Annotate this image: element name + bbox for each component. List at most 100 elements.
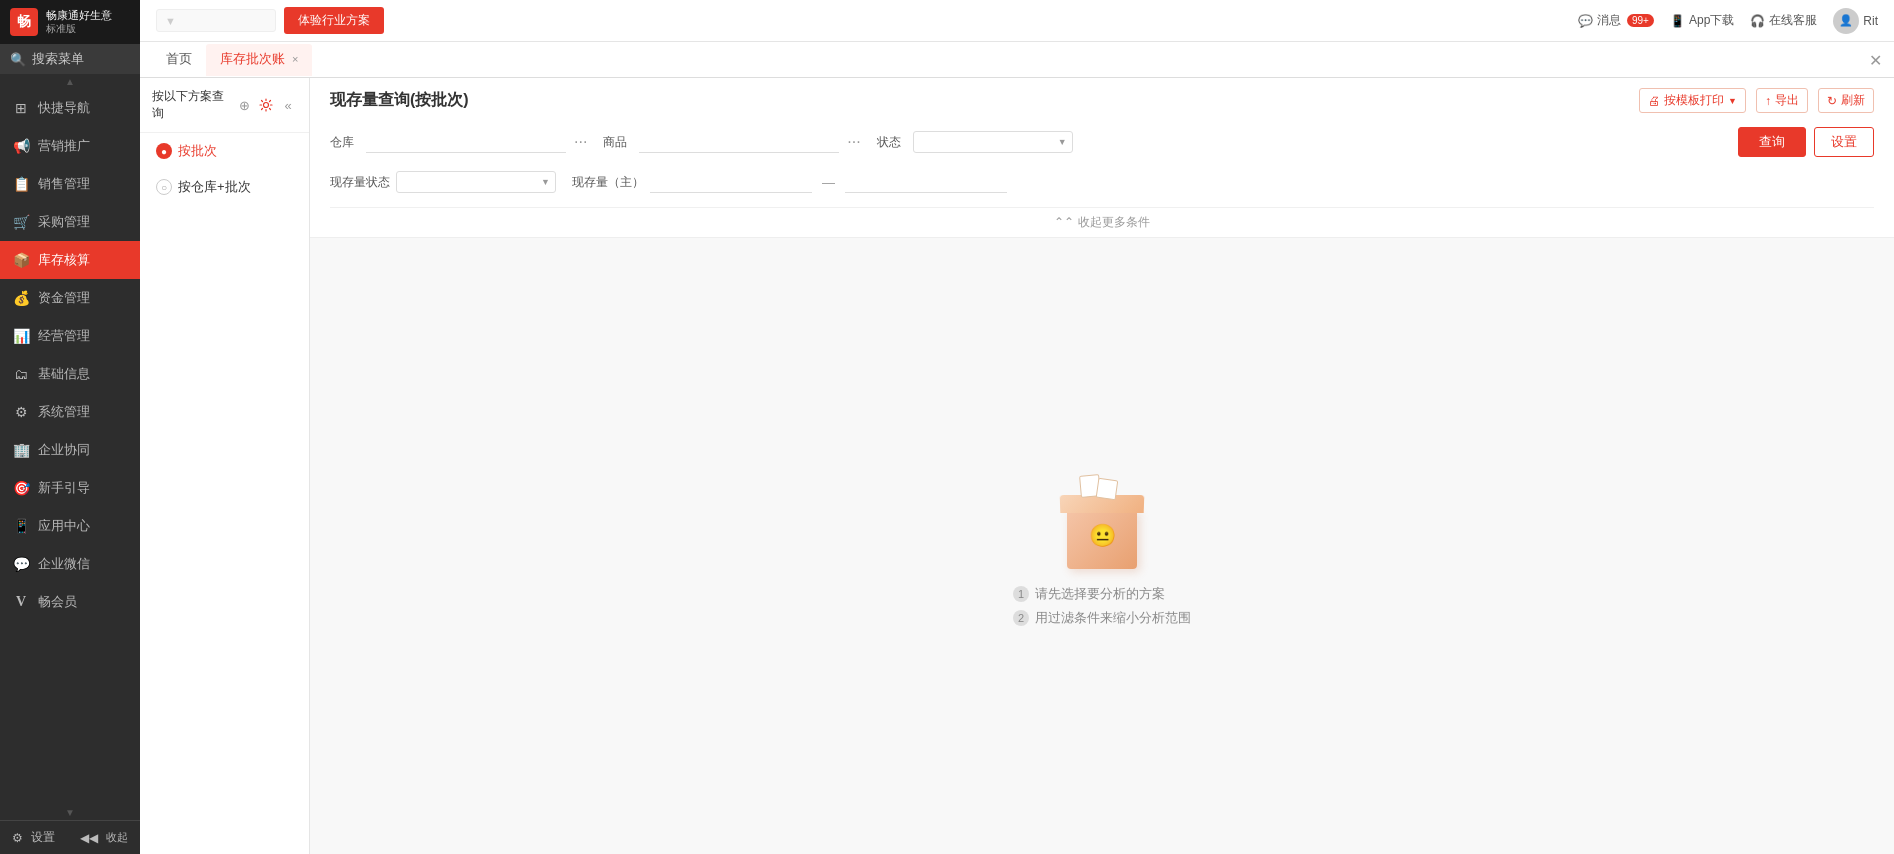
paper2 bbox=[1096, 478, 1119, 501]
plan-label: 按批次 bbox=[178, 142, 217, 160]
hint-num-2: 2 bbox=[1013, 610, 1029, 626]
gear-icon bbox=[259, 98, 273, 112]
sidebar-item-purchase[interactable]: 🛒 采购管理 bbox=[0, 203, 140, 241]
app-download-group[interactable]: 📱 App下载 bbox=[1670, 12, 1734, 29]
plan-item-batch[interactable]: ● 按批次 bbox=[140, 133, 309, 169]
user-group[interactable]: 👤 Rit bbox=[1833, 8, 1878, 34]
stock-status-select[interactable] bbox=[396, 171, 556, 193]
refresh-label: 刷新 bbox=[1841, 92, 1865, 109]
vip-icon: V bbox=[12, 594, 30, 610]
settings-icon: ⚙ bbox=[12, 831, 23, 845]
print-label: 按模板打印 bbox=[1664, 92, 1724, 109]
sidebar-search[interactable]: 🔍 搜索菜单 bbox=[0, 44, 140, 74]
filter-product-group: 商品 ··· bbox=[603, 132, 860, 153]
sidebar-search-label: 搜索菜单 bbox=[32, 50, 84, 68]
sidebar-item-system[interactable]: ⚙ 系统管理 bbox=[0, 393, 140, 431]
query-label: 查询 bbox=[1759, 134, 1785, 149]
status-label: 状态 bbox=[877, 134, 907, 151]
sidebar-item-newbie[interactable]: 🎯 新手引导 bbox=[0, 469, 140, 507]
sidebar-item-basics[interactable]: 🗂 基础信息 bbox=[0, 355, 140, 393]
experience-btn[interactable]: 体验行业方案 bbox=[284, 7, 384, 34]
sidebar-item-label: 基础信息 bbox=[38, 365, 90, 383]
tab-active-label: 库存批次账 bbox=[220, 50, 285, 68]
username-label: Rit bbox=[1863, 14, 1878, 28]
finance-icon: 💰 bbox=[12, 290, 30, 306]
settings-btn[interactable]: 设置 bbox=[1814, 127, 1874, 157]
operations-icon: 📊 bbox=[12, 328, 30, 344]
panel-close-btn[interactable]: ✕ bbox=[1869, 50, 1882, 69]
plan-item-warehouse-batch[interactable]: ○ 按仓库+批次 bbox=[140, 169, 309, 205]
sidebar: 畅 畅康通好生意 标准版 🔍 搜索菜单 ▲ ⊞ 快捷导航 📢 营销推广 📋 销售… bbox=[0, 0, 140, 854]
sidebar-item-label: 企业微信 bbox=[38, 555, 90, 573]
page-header: 现存量查询(按批次) 🖨 按模板打印 ▼ ↑ 导出 ↻ bbox=[310, 78, 1894, 113]
scroll-up-btn[interactable]: ▲ bbox=[0, 74, 140, 89]
product-label: 商品 bbox=[603, 134, 633, 151]
query-btn[interactable]: 查询 bbox=[1738, 127, 1806, 157]
sidebar-item-apps[interactable]: 📱 应用中心 bbox=[0, 507, 140, 545]
empty-illustration: 😐 bbox=[1042, 459, 1162, 569]
chevron-up-icon: ⌃⌃ bbox=[1054, 215, 1077, 229]
headset-icon: 🎧 bbox=[1750, 14, 1765, 28]
collapse-filter-btn[interactable]: ⌃⌃ 收起更多条件 bbox=[330, 207, 1874, 237]
warehouse-dots-btn[interactable]: ··· bbox=[574, 133, 587, 151]
experience-btn-label: 体验行业方案 bbox=[298, 13, 370, 27]
stock-amount-from-input[interactable] bbox=[650, 172, 812, 193]
hint-text-1: 请先选择要分析的方案 bbox=[1035, 585, 1165, 603]
search-icon: 🔍 bbox=[10, 52, 26, 67]
app-subtitle: 标准版 bbox=[46, 22, 112, 36]
collapse-label: 收起更多条件 bbox=[1078, 215, 1150, 229]
sidebar-item-label: 企业协同 bbox=[38, 441, 90, 459]
sidebar-item-inventory[interactable]: 📦 库存核算 bbox=[0, 241, 140, 279]
filter-status-group: 状态 bbox=[877, 131, 1097, 153]
warehouse-input[interactable] bbox=[366, 132, 566, 153]
online-support-group[interactable]: 🎧 在线客服 bbox=[1750, 12, 1817, 29]
box-body: 😐 bbox=[1067, 509, 1137, 569]
app-title: 畅康通好生意 bbox=[46, 8, 112, 22]
collapse-icon: ◀◀ bbox=[80, 831, 98, 845]
hint-text-2: 用过滤条件来缩小分析范围 bbox=[1035, 609, 1191, 627]
status-select-wrap bbox=[913, 131, 1073, 153]
sidebar-nav: ⊞ 快捷导航 📢 营销推广 📋 销售管理 🛒 采购管理 📦 库存核算 💰 资金管… bbox=[0, 89, 140, 805]
collapse-panel-btn[interactable]: « bbox=[279, 96, 297, 114]
scroll-down-btn[interactable]: ▼ bbox=[0, 805, 140, 820]
sidebar-item-marketing[interactable]: 📢 营销推广 bbox=[0, 127, 140, 165]
print-dropdown-icon: ▼ bbox=[1728, 96, 1737, 106]
print-btn[interactable]: 🖨 按模板打印 ▼ bbox=[1639, 88, 1746, 113]
status-select[interactable] bbox=[913, 131, 1073, 153]
stock-amount-to-input[interactable] bbox=[845, 172, 1007, 193]
online-support-label: 在线客服 bbox=[1769, 12, 1817, 29]
left-panel-title: 按以下方案查询 bbox=[152, 88, 229, 122]
settings-plan-btn[interactable] bbox=[257, 96, 275, 114]
sidebar-item-label: 销售管理 bbox=[38, 175, 90, 193]
sidebar-item-operations[interactable]: 📊 经营管理 bbox=[0, 317, 140, 355]
export-btn[interactable]: ↑ 导出 bbox=[1756, 88, 1808, 113]
sidebar-item-quick-nav[interactable]: ⊞ 快捷导航 bbox=[0, 89, 140, 127]
sidebar-item-vip[interactable]: V 畅会员 bbox=[0, 583, 140, 621]
filter-stock-status-group: 现存量状态 bbox=[330, 171, 556, 193]
sidebar-item-finance[interactable]: 💰 资金管理 bbox=[0, 279, 140, 317]
data-area: 😐 1 请先选择要分析的方案 2 用过滤条件来缩小分析范围 bbox=[310, 238, 1894, 854]
quick-nav-icon: ⊞ bbox=[12, 100, 30, 116]
tab-inventory-batch[interactable]: 库存批次账 × bbox=[206, 44, 312, 76]
topbar-right: 💬 消息 99+ 📱 App下载 🎧 在线客服 👤 Rit bbox=[1578, 8, 1878, 34]
refresh-btn[interactable]: ↻ 刷新 bbox=[1818, 88, 1874, 113]
sales-icon: 📋 bbox=[12, 176, 30, 192]
tab-close-icon[interactable]: × bbox=[292, 53, 298, 65]
product-dots-btn[interactable]: ··· bbox=[847, 133, 860, 151]
sidebar-item-wechat[interactable]: 💬 企业微信 bbox=[0, 545, 140, 583]
messages-group[interactable]: 💬 消息 99+ bbox=[1578, 12, 1654, 29]
app-download-label: App下载 bbox=[1689, 12, 1734, 29]
add-plan-btn[interactable]: ⊕ bbox=[235, 96, 253, 114]
avatar: 👤 bbox=[1833, 8, 1859, 34]
tab-home[interactable]: 首页 bbox=[152, 44, 206, 76]
filter-row-1: 仓库 ··· 商品 ··· 状态 bbox=[330, 127, 1874, 157]
sidebar-item-sales[interactable]: 📋 销售管理 bbox=[0, 165, 140, 203]
message-icon: 💬 bbox=[1578, 14, 1593, 28]
sidebar-footer[interactable]: ⚙ 设置 ◀◀ 收起 bbox=[0, 820, 140, 854]
sidebar-item-enterprise[interactable]: 🏢 企业协同 bbox=[0, 431, 140, 469]
plan-inactive-icon: ○ bbox=[156, 179, 172, 195]
right-panel: 现存量查询(按批次) 🖨 按模板打印 ▼ ↑ 导出 ↻ bbox=[310, 78, 1894, 854]
topbar-left: ▼ 体验行业方案 bbox=[156, 7, 1568, 34]
product-input[interactable] bbox=[639, 132, 839, 153]
action-buttons: 查询 设置 bbox=[1738, 127, 1874, 157]
